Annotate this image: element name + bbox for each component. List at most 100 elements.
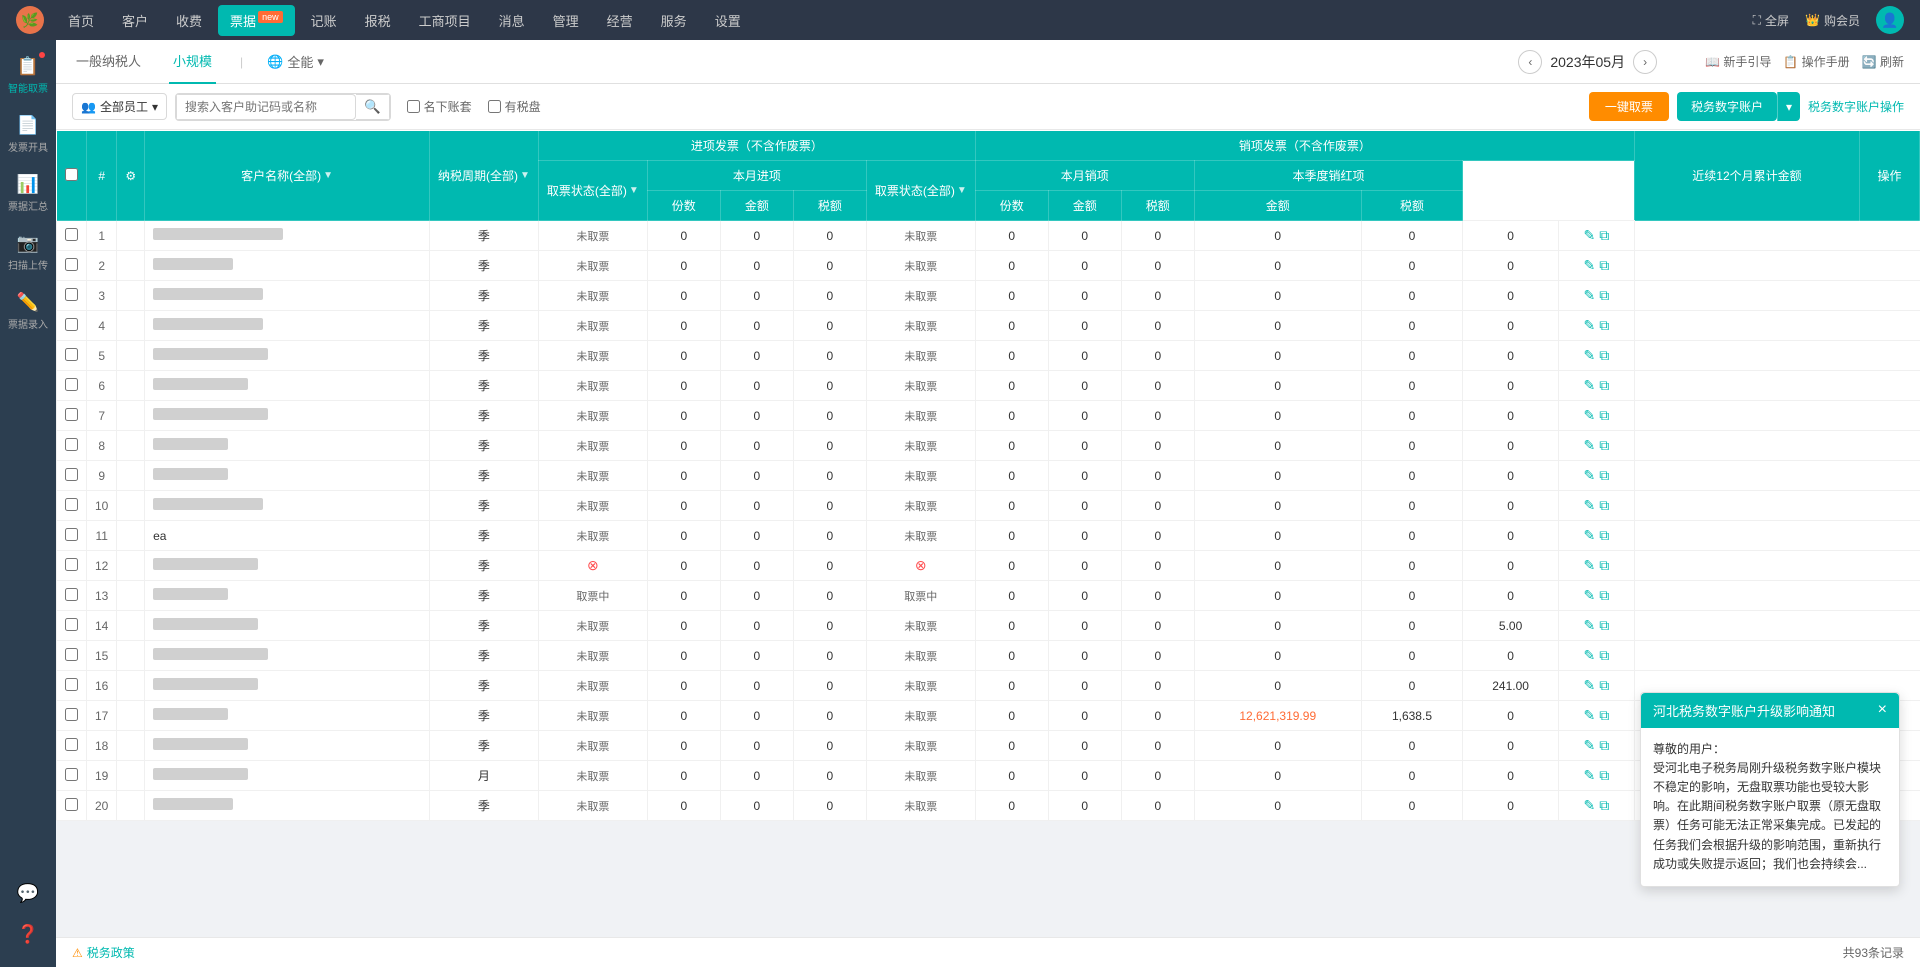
edit-icon[interactable]: ✎: [1584, 557, 1596, 574]
nav-billing[interactable]: 收费: [164, 5, 214, 36]
row-checkbox[interactable]: [65, 498, 78, 511]
checkbox-own-account[interactable]: 名下账套: [407, 98, 472, 115]
copy-icon[interactable]: ⧉: [1599, 707, 1609, 724]
copy-icon[interactable]: ⧉: [1599, 467, 1609, 484]
edit-icon[interactable]: ✎: [1584, 407, 1596, 424]
select-all-checkbox[interactable]: [65, 168, 78, 181]
row-checkbox[interactable]: [65, 648, 78, 661]
sidebar-item-summary[interactable]: 📊 票据汇总: [3, 166, 53, 221]
th-outbound-status[interactable]: 取票状态(全部)▼: [866, 161, 975, 221]
fullscreen-button[interactable]: ⛶ 全屏: [1753, 12, 1789, 29]
sidebar-item-entry[interactable]: ✏️ 票据录入: [3, 284, 53, 339]
refresh-button[interactable]: 🔄 刷新: [1862, 53, 1904, 70]
search-button[interactable]: 🔍: [356, 94, 390, 120]
cell-checkbox[interactable]: [57, 341, 87, 371]
sidebar-item-issue-invoice[interactable]: 📄 发票开具: [3, 107, 53, 162]
row-checkbox[interactable]: [65, 228, 78, 241]
checkbox-has-taxpad[interactable]: 有税盘: [488, 98, 541, 115]
edit-icon[interactable]: ✎: [1584, 257, 1596, 274]
tab-all-capability[interactable]: 🌐 全能 ▾: [267, 52, 324, 71]
edit-icon[interactable]: ✎: [1584, 617, 1596, 634]
tax-digital-dropdown-button[interactable]: ▾: [1777, 92, 1800, 121]
member-button[interactable]: 👑 购会员: [1805, 12, 1860, 29]
nav-business[interactable]: 工商项目: [407, 5, 483, 36]
row-checkbox[interactable]: [65, 558, 78, 571]
row-checkbox[interactable]: [65, 618, 78, 631]
row-checkbox[interactable]: [65, 288, 78, 301]
row-checkbox[interactable]: [65, 588, 78, 601]
cell-checkbox[interactable]: [57, 311, 87, 341]
th-customer[interactable]: 客户名称(全部)▼: [145, 131, 430, 221]
copy-icon[interactable]: ⧉: [1599, 737, 1609, 754]
copy-icon[interactable]: ⧉: [1599, 767, 1609, 784]
cell-checkbox[interactable]: [57, 221, 87, 251]
row-checkbox[interactable]: [65, 738, 78, 751]
cell-checkbox[interactable]: [57, 251, 87, 281]
row-checkbox[interactable]: [65, 258, 78, 271]
copy-icon[interactable]: ⧉: [1599, 317, 1609, 334]
row-checkbox[interactable]: [65, 378, 78, 391]
nav-invoice[interactable]: 票据new: [218, 5, 295, 36]
copy-icon[interactable]: ⧉: [1599, 437, 1609, 454]
edit-icon[interactable]: ✎: [1584, 227, 1596, 244]
cell-checkbox[interactable]: [57, 731, 87, 761]
row-checkbox[interactable]: [65, 768, 78, 781]
copy-icon[interactable]: ⧉: [1599, 557, 1609, 574]
row-checkbox[interactable]: [65, 438, 78, 451]
has-taxpad-checkbox[interactable]: [488, 100, 501, 113]
copy-icon[interactable]: ⧉: [1599, 227, 1609, 244]
edit-icon[interactable]: ✎: [1584, 647, 1596, 664]
nav-operation[interactable]: 经营: [595, 5, 645, 36]
cell-checkbox[interactable]: [57, 701, 87, 731]
sidebar-item-smart-ticket[interactable]: 📋 智能取票: [3, 48, 53, 103]
th-inbound-status[interactable]: 取票状态(全部)▼: [538, 161, 647, 221]
tab-general-taxpayer[interactable]: 一般纳税人: [72, 39, 145, 84]
edit-icon[interactable]: ✎: [1584, 287, 1596, 304]
app-logo[interactable]: 🌿: [16, 6, 44, 34]
cell-checkbox[interactable]: [57, 461, 87, 491]
copy-icon[interactable]: ⧉: [1599, 347, 1609, 364]
tax-policy-link[interactable]: 税务政策: [87, 944, 135, 961]
copy-icon[interactable]: ⧉: [1599, 527, 1609, 544]
edit-icon[interactable]: ✎: [1584, 317, 1596, 334]
cell-checkbox[interactable]: [57, 521, 87, 551]
one-click-ticket-button[interactable]: 一键取票: [1589, 92, 1669, 121]
sidebar-item-scan[interactable]: 📷 扫描上传: [3, 225, 53, 280]
edit-icon[interactable]: ✎: [1584, 497, 1596, 514]
copy-icon[interactable]: ⧉: [1599, 797, 1609, 814]
edit-icon[interactable]: ✎: [1584, 527, 1596, 544]
cell-checkbox[interactable]: [57, 791, 87, 821]
copy-icon[interactable]: ⧉: [1599, 647, 1609, 664]
nav-accounting[interactable]: 记账: [299, 5, 349, 36]
sidebar-bottom-icon1[interactable]: 💬: [11, 877, 45, 910]
user-avatar[interactable]: 👤: [1876, 6, 1904, 34]
edit-icon[interactable]: ✎: [1584, 587, 1596, 604]
nav-manage[interactable]: 管理: [541, 5, 591, 36]
edit-icon[interactable]: ✎: [1584, 347, 1596, 364]
cell-checkbox[interactable]: [57, 671, 87, 701]
copy-icon[interactable]: ⧉: [1599, 677, 1609, 694]
nav-service[interactable]: 服务: [649, 5, 699, 36]
own-account-checkbox[interactable]: [407, 100, 420, 113]
tax-digital-button[interactable]: 税务数字账户: [1677, 92, 1777, 121]
copy-icon[interactable]: ⧉: [1599, 377, 1609, 394]
edit-icon[interactable]: ✎: [1584, 707, 1596, 724]
next-month-button[interactable]: ›: [1633, 50, 1657, 74]
row-checkbox[interactable]: [65, 468, 78, 481]
tab-small-scale[interactable]: 小规模: [169, 39, 216, 84]
new-user-guide-button[interactable]: 📖 新手引导: [1705, 53, 1771, 70]
nav-settings[interactable]: 设置: [703, 5, 753, 36]
edit-icon[interactable]: ✎: [1584, 737, 1596, 754]
copy-icon[interactable]: ⧉: [1599, 587, 1609, 604]
nav-home[interactable]: 首页: [56, 5, 106, 36]
row-checkbox[interactable]: [65, 678, 78, 691]
copy-icon[interactable]: ⧉: [1599, 407, 1609, 424]
cell-checkbox[interactable]: [57, 281, 87, 311]
edit-icon[interactable]: ✎: [1584, 767, 1596, 784]
nav-message[interactable]: 消息: [487, 5, 537, 36]
row-checkbox[interactable]: [65, 798, 78, 811]
copy-icon[interactable]: ⧉: [1599, 497, 1609, 514]
copy-icon[interactable]: ⧉: [1599, 287, 1609, 304]
row-checkbox[interactable]: [65, 708, 78, 721]
copy-icon[interactable]: ⧉: [1599, 617, 1609, 634]
